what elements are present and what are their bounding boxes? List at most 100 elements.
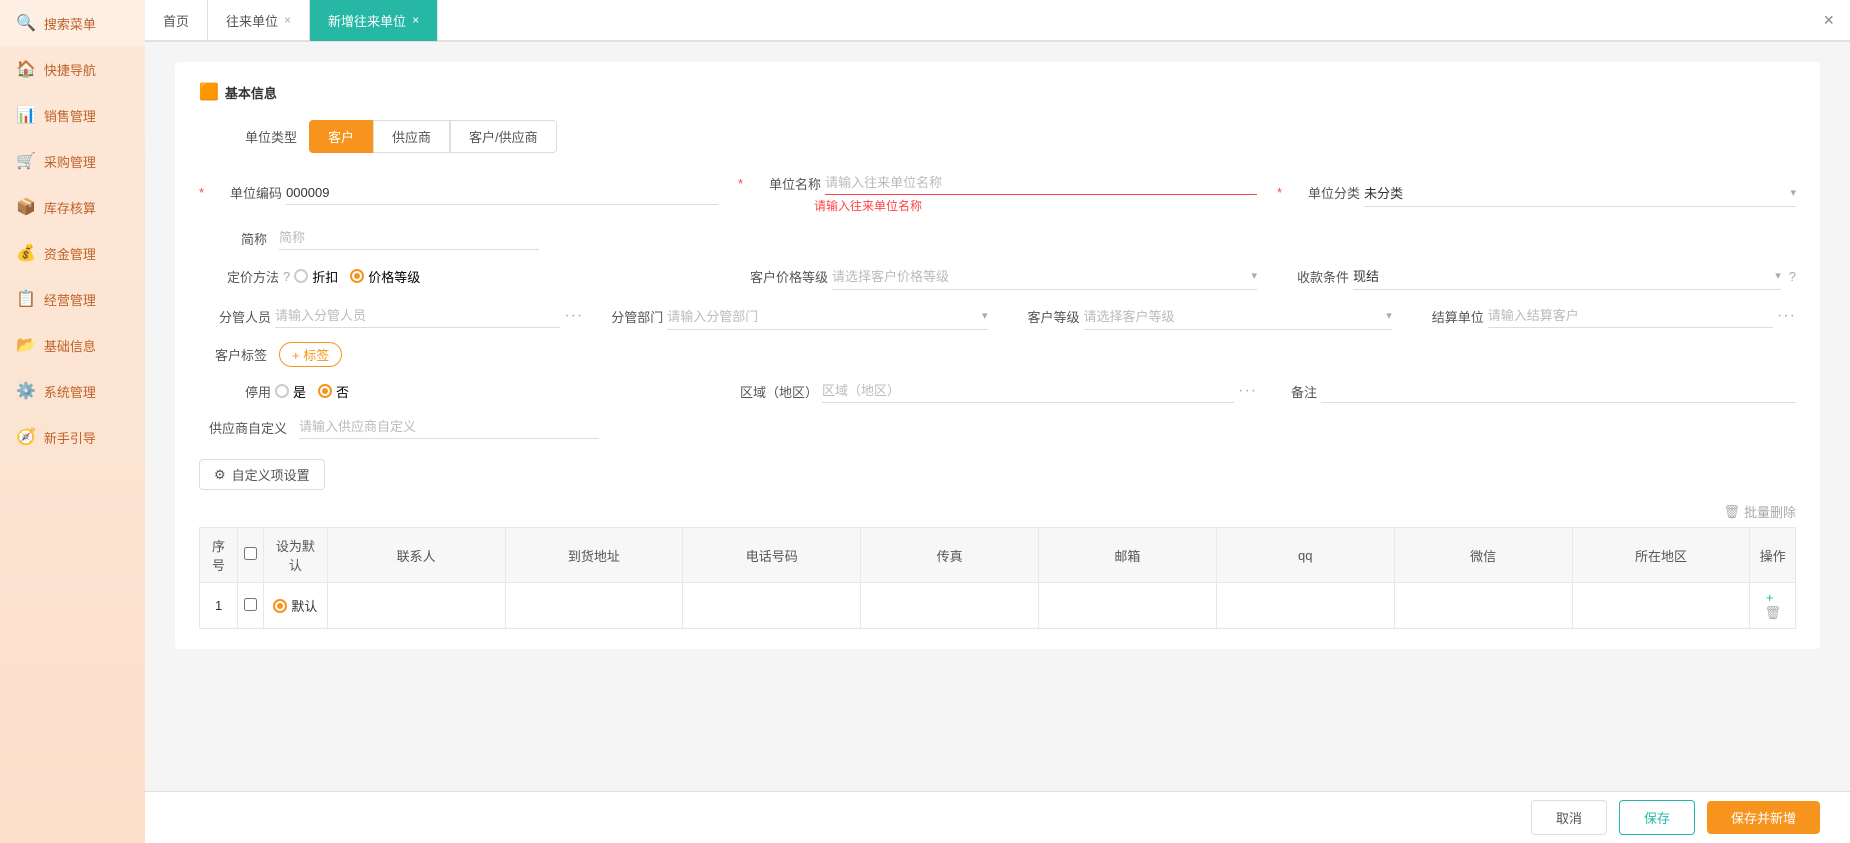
sidebar-item-quicknav[interactable]: 🏠 快捷导航 [0, 46, 145, 92]
field-name-wrapper: * 单位名称 请输入往来单位名称 [738, 171, 1257, 214]
region-more-btn[interactable]: ··· [1238, 382, 1257, 400]
row-fax-input[interactable] [867, 598, 1032, 613]
save-new-button[interactable]: 保存并新增 [1707, 801, 1820, 834]
field-manager: 分管人员 ··· [199, 304, 583, 328]
row-address-input[interactable] [512, 598, 677, 613]
row-checkbox[interactable] [244, 598, 257, 611]
cell-index: 1 [200, 583, 238, 629]
window-close-button[interactable]: × [1807, 10, 1850, 31]
unit-btn-customer[interactable]: 客户 [309, 120, 373, 153]
save-button[interactable]: 保存 [1619, 800, 1695, 835]
cell-email[interactable] [1038, 583, 1216, 629]
row-add-btn[interactable]: + [1766, 590, 1774, 605]
tab-partners[interactable]: 往来单位 × [208, 0, 310, 41]
cell-phone[interactable] [683, 583, 861, 629]
settlement-more-btn[interactable]: ··· [1777, 307, 1796, 325]
cell-default: 默认 [264, 583, 328, 629]
unit-btn-both[interactable]: 客户/供应商 [450, 120, 557, 153]
batch-delete-button[interactable]: 🗑 批量删除 [1723, 502, 1796, 521]
row-qq-input[interactable] [1223, 598, 1388, 613]
pricing-radio-discount-circle [294, 269, 308, 283]
form-row-disabled: 停用 是 否 区域（地区） ··· [199, 379, 1796, 403]
folder-icon: 📂 [16, 335, 36, 355]
cell-contact[interactable] [327, 583, 505, 629]
sidebar-item-system[interactable]: ⚙️ 系统管理 [0, 368, 145, 414]
pricing-help-icon[interactable]: ? [283, 269, 290, 284]
payment-select[interactable]: 现结 ▾ [1353, 262, 1781, 290]
code-input[interactable] [286, 181, 718, 205]
sidebar-item-guide[interactable]: 🧭 新手引导 [0, 414, 145, 460]
disabled-radio-yes[interactable]: 是 [275, 382, 306, 401]
section-title: 🟧 基本信息 [199, 82, 1796, 102]
sidebar-item-inventory[interactable]: 📦 库存核算 [0, 184, 145, 230]
sidebar-item-basic[interactable]: 📂 基础信息 [0, 322, 145, 368]
settings-icon: ⚙ [214, 467, 226, 483]
cell-fax[interactable] [861, 583, 1039, 629]
table-header-email: 邮箱 [1038, 528, 1216, 583]
tab-new-partner-close[interactable]: × [412, 13, 419, 27]
tag-add-button[interactable]: + 标签 [279, 342, 342, 367]
form-row-1: * 单位编码 * 单位名称 请输入往来单位名称 * 单位分类 [199, 171, 1796, 214]
field-region: 区域（地区） ··· [738, 379, 1257, 403]
cancel-button[interactable]: 取消 [1531, 800, 1607, 835]
row-wechat-input[interactable] [1401, 598, 1566, 613]
shortname-input[interactable] [279, 226, 539, 250]
region-input[interactable] [822, 379, 1234, 403]
disabled-radio-no[interactable]: 否 [318, 382, 349, 401]
note-input[interactable] [1321, 379, 1796, 403]
unit-type-row: 单位类型 客户 供应商 客户/供应商 [199, 120, 1796, 153]
row-region-input[interactable] [1579, 598, 1744, 613]
field-code: * 单位编码 [199, 181, 718, 205]
settlement-input[interactable] [1488, 304, 1773, 328]
table-header-index: 序号 [200, 528, 238, 583]
field-dept: 分管部门 请输入分管部门 ▾ [603, 302, 987, 330]
box-icon: 📦 [16, 197, 36, 217]
dept-select[interactable]: 请输入分管部门 ▾ [667, 302, 987, 330]
sidebar-item-finance[interactable]: 💰 资金管理 [0, 230, 145, 276]
section-icon: 🟧 [199, 82, 219, 102]
home-icon: 🏠 [16, 59, 36, 79]
table-header-action: 操作 [1750, 528, 1796, 583]
name-input[interactable] [825, 171, 1257, 195]
table-select-all[interactable] [244, 547, 257, 560]
custom-settings-button[interactable]: ⚙ 自定义项设置 [199, 459, 325, 490]
row-contact-input[interactable] [334, 598, 499, 613]
unit-btn-supplier[interactable]: 供应商 [373, 120, 450, 153]
sidebar-item-sales[interactable]: 📊 销售管理 [0, 92, 145, 138]
row-phone-input[interactable] [689, 598, 854, 613]
category-select[interactable]: 未分类 ▾ [1364, 179, 1796, 207]
pricing-radio-level[interactable]: 价格等级 [350, 267, 420, 286]
cell-region[interactable] [1572, 583, 1750, 629]
customer-price-select[interactable]: 请选择客户价格等级 ▾ [832, 262, 1257, 290]
row-default-radio[interactable]: 默认 [270, 596, 321, 615]
sidebar-item-purchase[interactable]: 🛒 采购管理 [0, 138, 145, 184]
cell-qq[interactable] [1216, 583, 1394, 629]
customer-level-select[interactable]: 请选择客户等级 ▾ [1084, 302, 1392, 330]
table-header-row: 🗑 批量删除 [199, 502, 1796, 521]
table-header-default: 设为默认 [264, 528, 328, 583]
table-header-checkbox[interactable] [238, 528, 264, 583]
field-disabled: 停用 是 否 [199, 382, 718, 401]
supplier-custom-input[interactable] [299, 415, 599, 439]
field-payment: 收款条件 现结 ▾ ? [1277, 262, 1796, 290]
manager-input[interactable] [275, 304, 560, 328]
pricing-radio-level-circle [350, 269, 364, 283]
sidebar-item-operations[interactable]: 📋 经营管理 [0, 276, 145, 322]
pricing-radio-discount[interactable]: 折扣 [294, 267, 338, 286]
content-area: 🟧 基本信息 单位类型 客户 供应商 客户/供应商 * 单位编码 [145, 42, 1850, 791]
row-email-input[interactable] [1045, 598, 1210, 613]
row-default-circle [273, 599, 287, 613]
tab-new-partner[interactable]: 新增往来单位 × [310, 0, 438, 41]
tab-home[interactable]: 首页 [145, 0, 208, 41]
cell-wechat[interactable] [1394, 583, 1572, 629]
disabled-radio-group: 是 否 [275, 382, 349, 401]
cell-checkbox[interactable] [238, 583, 264, 629]
cart-icon: 🛒 [16, 151, 36, 171]
manager-more-btn[interactable]: ··· [564, 307, 583, 325]
row-delete-btn[interactable]: 🗑 [1764, 605, 1781, 620]
tab-partners-close[interactable]: × [284, 13, 291, 27]
table-header-wechat: 微信 [1394, 528, 1572, 583]
sidebar-item-search[interactable]: 🔍 搜索菜单 [0, 0, 145, 46]
payment-help-icon[interactable]: ? [1789, 269, 1796, 284]
cell-address[interactable] [505, 583, 683, 629]
